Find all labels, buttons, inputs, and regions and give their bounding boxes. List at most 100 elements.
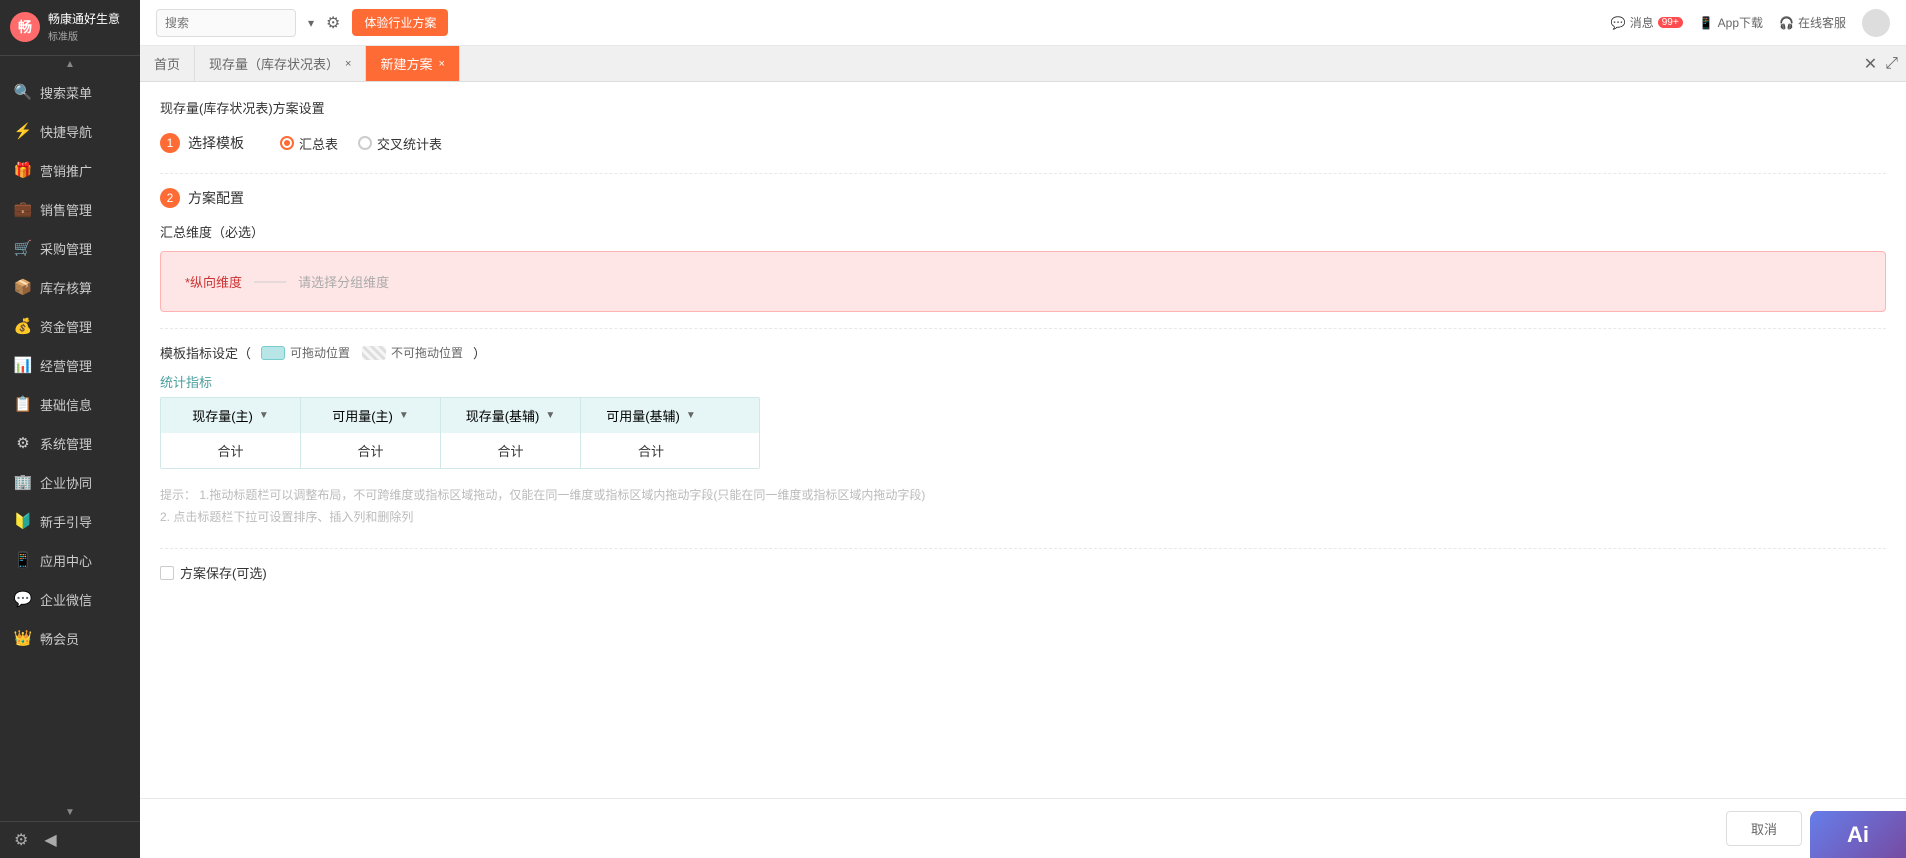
settings-icon[interactable]: ⚙ [14, 830, 28, 850]
inventory-icon: 📦 [14, 278, 32, 296]
col-label-3: 可用量(基辅) [606, 406, 680, 425]
system-icon: ⚙ [14, 434, 32, 452]
col-dropdown-0[interactable]: ▼ [259, 410, 269, 421]
user-avatar[interactable] [1862, 9, 1890, 37]
expand-panel-icon[interactable]: ⤢ [1885, 55, 1898, 73]
sidebar-item-search[interactable]: 🔍 搜索菜单 [0, 73, 140, 112]
app-logo: 畅 畅康通好生意 标准版 [0, 0, 140, 56]
radio-cross-indicator [358, 136, 372, 150]
sidebar-item-purchase[interactable]: 🛒 采购管理 [0, 229, 140, 268]
sidebar-item-inventory[interactable]: 📦 库存核算 [0, 268, 140, 307]
indicator-label-text: 模板指标设定（ [160, 343, 251, 362]
settings-gear-icon[interactable]: ⚙ [326, 13, 340, 33]
tab-inventory-status[interactable]: 现存量（库存状况表） × [195, 46, 366, 81]
stats-table-body: 合计 合计 合计 合计 [161, 433, 759, 468]
app-name: 畅康通好生意 [48, 12, 120, 28]
main-content: 现存量(库存状况表)方案设置 1 选择模板 汇总表 交叉统计表 [140, 82, 1906, 798]
close-panel-icon[interactable]: ✕ [1864, 54, 1877, 74]
app-download-button[interactable]: 📱 App下载 [1699, 14, 1763, 31]
indicator-legend-suffix: ） [473, 343, 486, 362]
sidebar-item-label: 库存核算 [40, 278, 92, 297]
required-dimension-row: *纵向维度 —— 请选择分组维度 [185, 272, 1861, 291]
search-input[interactable] [156, 9, 296, 37]
sidebar-item-finance[interactable]: 💰 资金管理 [0, 307, 140, 346]
sidebar-item-quick-nav[interactable]: ⚡ 快捷导航 [0, 112, 140, 151]
legend-draggable-box [261, 346, 285, 360]
legend-nodrag-box [362, 346, 386, 360]
tab-home[interactable]: 首页 [140, 46, 195, 81]
radio-summary-indicator [280, 136, 294, 150]
required-field-label: *纵向维度 [185, 272, 242, 291]
trial-industry-button[interactable]: 体验行业方案 [352, 9, 448, 36]
body-cell-1: 合计 [301, 433, 441, 468]
sidebar-item-enterprise[interactable]: 🏢 企业协同 [0, 463, 140, 502]
page-title: 现存量(库存状况表)方案设置 [160, 98, 1886, 117]
tab-inventory-close-icon[interactable]: × [345, 58, 351, 70]
tab-inventory-label: 现存量（库存状况表） [209, 54, 339, 73]
scheme-save-label: 方案保存(可选) [180, 563, 267, 582]
sidebar-item-member[interactable]: 👑 畅会员 [0, 619, 140, 658]
body-cell-0: 合计 [161, 433, 301, 468]
sidebar-scroll-up[interactable]: ▲ [0, 56, 140, 73]
sidebar-item-label: 畅会员 [40, 629, 79, 648]
sidebar-item-sales[interactable]: 💼 销售管理 [0, 190, 140, 229]
tab-home-label: 首页 [154, 54, 180, 73]
basic-info-icon: 📋 [14, 395, 32, 413]
indicator-legend: 可拖动位置 不可拖动位置 [261, 344, 463, 361]
col-dropdown-2[interactable]: ▼ [545, 410, 555, 421]
marketing-icon: 🎁 [14, 161, 32, 179]
col-header-1[interactable]: 可用量(主) ▼ [301, 398, 441, 433]
ai-label: Ai [1847, 822, 1869, 848]
topbar: ▾ ⚙ 体验行业方案 💬 消息 99+ 📱 App下载 🎧 在线客服 [140, 0, 1906, 46]
col-header-0[interactable]: 现存量(主) ▼ [161, 398, 301, 433]
legend-nodrag-label: 不可拖动位置 [391, 344, 463, 361]
sidebar-item-wechat[interactable]: 💬 企业微信 [0, 580, 140, 619]
cancel-button[interactable]: 取消 [1726, 811, 1802, 846]
col-label-2: 现存量(基辅) [466, 406, 540, 425]
template-summary-option[interactable]: 汇总表 [280, 134, 338, 153]
col-header-2[interactable]: 现存量(基辅) ▼ [441, 398, 581, 433]
body-cell-3: 合计 [581, 433, 721, 468]
tab-new-scheme[interactable]: 新建方案 × [366, 46, 459, 81]
tab-new-scheme-close-icon[interactable]: × [438, 58, 444, 70]
sidebar-item-label: 企业协同 [40, 473, 92, 492]
col-label-1: 可用量(主) [332, 406, 393, 425]
dimension-placeholder[interactable]: 请选择分组维度 [298, 272, 389, 291]
section-select-template: 1 选择模板 汇总表 交叉统计表 [160, 133, 1886, 153]
sidebar-item-newbie[interactable]: 🔰 新手引导 [0, 502, 140, 541]
aggregate-dim-label: 汇总维度（必选） [160, 222, 1886, 241]
section1-title: 选择模板 [188, 133, 244, 153]
col-dropdown-1[interactable]: ▼ [399, 410, 409, 421]
app-download-icon: 📱 [1699, 16, 1714, 30]
ai-float-button[interactable]: Ai [1810, 811, 1906, 858]
collapse-icon[interactable]: ◀ [44, 830, 56, 850]
indicator-settings-row: 模板指标设定（ 可拖动位置 不可拖动位置 ） [160, 343, 1886, 362]
online-service-button[interactable]: 🎧 在线客服 [1779, 14, 1846, 31]
app-center-icon: 📱 [14, 551, 32, 569]
app-download-label: App下载 [1718, 14, 1763, 31]
col-dropdown-3[interactable]: ▼ [686, 410, 696, 421]
sidebar-item-business[interactable]: 📊 经营管理 [0, 346, 140, 385]
sidebar-item-label: 系统管理 [40, 434, 92, 453]
stats-table-header: 现存量(主) ▼ 可用量(主) ▼ 现存量(基辅) ▼ [161, 398, 759, 433]
sidebar-bottom: ⚙ ◀ [0, 821, 140, 858]
section2-header: 2 方案配置 [160, 188, 1886, 208]
sidebar-item-app-center[interactable]: 📱 应用中心 [0, 541, 140, 580]
tab-controls: ✕ ⤢ [1864, 54, 1906, 74]
sidebar-scroll-down[interactable]: ▼ [0, 804, 140, 821]
sidebar-item-marketing[interactable]: 🎁 营销推广 [0, 151, 140, 190]
col-label-0: 现存量(主) [192, 406, 253, 425]
scheme-save-checkbox[interactable] [160, 566, 174, 580]
sidebar-item-label: 采购管理 [40, 239, 92, 258]
template-cross-option[interactable]: 交叉统计表 [358, 134, 442, 153]
sidebar-item-label: 企业微信 [40, 590, 92, 609]
online-service-label: 在线客服 [1798, 14, 1846, 31]
sidebar-item-label: 基础信息 [40, 395, 92, 414]
stats-table: 现存量(主) ▼ 可用量(主) ▼ 现存量(基辅) ▼ [160, 397, 760, 469]
sidebar-item-basic-info[interactable]: 📋 基础信息 [0, 385, 140, 424]
sales-icon: 💼 [14, 200, 32, 218]
col-header-3[interactable]: 可用量(基辅) ▼ [581, 398, 721, 433]
sidebar-item-system[interactable]: ⚙ 系统管理 [0, 424, 140, 463]
message-button[interactable]: 💬 消息 99+ [1611, 14, 1683, 31]
dropdown-icon[interactable]: ▾ [308, 16, 314, 30]
